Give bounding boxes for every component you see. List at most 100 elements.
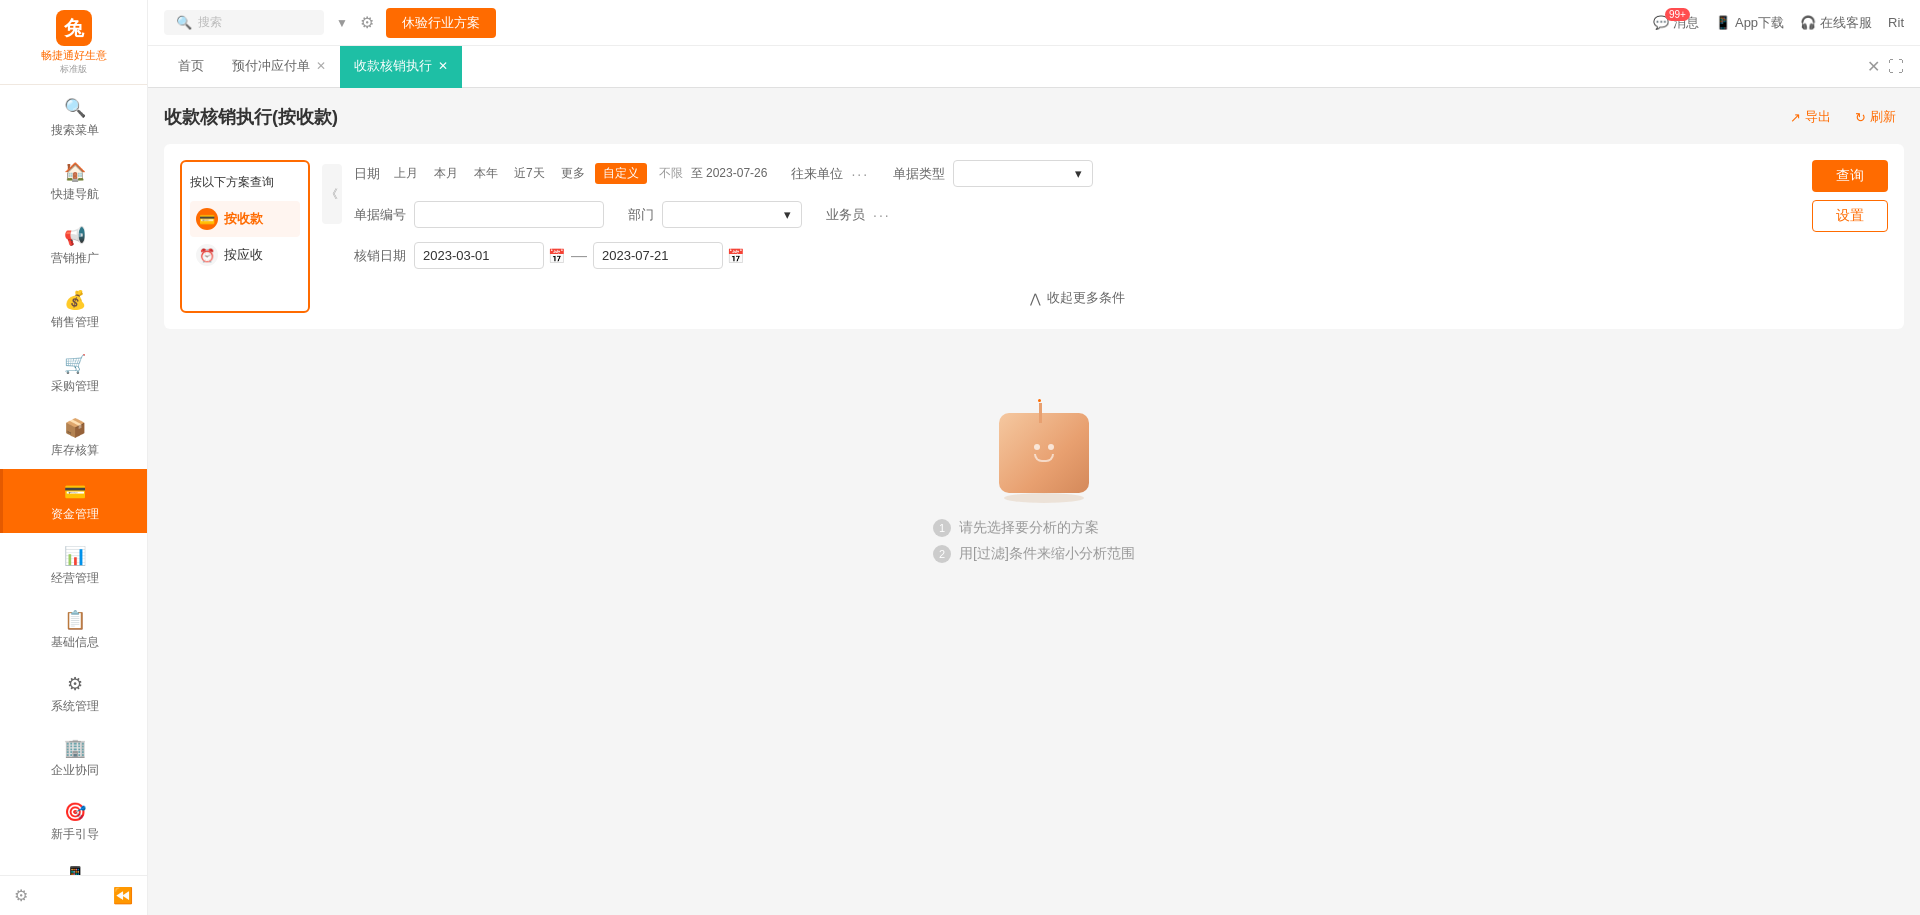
settings-icon[interactable]: ⚙: [14, 886, 28, 905]
dept-field: 部门 ▾: [628, 201, 802, 228]
app-download-button[interactable]: 📱 App下载: [1715, 14, 1784, 32]
refresh-button[interactable]: ↻ 刷新: [1847, 104, 1904, 130]
dept-arrow: ▾: [784, 207, 791, 222]
verify-date-field: 核销日期 📅 — 📅: [354, 242, 744, 269]
sidebar-label-enterprise: 企业协同: [51, 762, 99, 779]
date-opt-more[interactable]: 更多: [555, 163, 591, 184]
system-icon: ⚙: [67, 673, 83, 695]
counterparty-field: 往来单位 ···: [791, 165, 869, 183]
date-opt-this-month[interactable]: 本月: [428, 163, 464, 184]
sidebar-item-purchase[interactable]: 🛒 采购管理: [0, 341, 147, 405]
doc-type-select[interactable]: ▾: [953, 160, 1093, 187]
dept-select[interactable]: ▾: [662, 201, 802, 228]
sidebar-item-operation[interactable]: 📊 经营管理: [0, 533, 147, 597]
sidebar-item-sales[interactable]: 💰 销售管理: [0, 277, 147, 341]
date-opt-this-year[interactable]: 本年: [468, 163, 504, 184]
sidebar-item-system[interactable]: ⚙ 系统管理: [0, 661, 147, 725]
tip-num-2: 2: [933, 545, 951, 563]
date-opt-last-month[interactable]: 上月: [388, 163, 424, 184]
window-expand-icon[interactable]: ⛶: [1888, 58, 1904, 76]
empty-box-face: [1034, 444, 1054, 462]
staff-dots[interactable]: ···: [873, 207, 891, 223]
counterparty-dots[interactable]: ···: [851, 166, 869, 182]
search-text: 搜索: [198, 14, 222, 31]
tab-prepay-label: 预付冲应付单: [232, 57, 310, 75]
user-name[interactable]: Rit: [1888, 15, 1904, 30]
empty-shadow: [1004, 493, 1084, 503]
calendar-end-icon[interactable]: 📅: [727, 248, 744, 264]
sidebar-item-marketing[interactable]: 📢 营销推广: [0, 213, 147, 277]
empty-tips: 1 请先选择要分析的方案 2 用[过滤]条件来缩小分析范围: [933, 519, 1135, 571]
sidebar-footer: ⚙ ⏪: [0, 875, 147, 915]
logo-sub: 标准版: [60, 63, 87, 76]
filter-scheme-panel: 按以下方案查询 💳 按收款 ⏰ 按应收: [180, 160, 310, 313]
verify-date-range: 📅 — 📅: [414, 242, 744, 269]
calendar-start-icon[interactable]: 📅: [548, 248, 565, 264]
tip-num-1: 1: [933, 519, 951, 537]
empty-box: [999, 413, 1089, 493]
filter-row-3: 核销日期 📅 — 📅: [354, 242, 1800, 269]
dept-label: 部门: [628, 206, 654, 224]
sidebar-item-search[interactable]: 🔍 搜索菜单: [0, 85, 147, 149]
logo-icon: 兔: [56, 10, 92, 46]
doc-no-label: 单据编号: [354, 206, 406, 224]
empty-tip-1: 1 请先选择要分析的方案: [933, 519, 1135, 537]
receipt-icon: 💳: [196, 208, 218, 230]
filter-row-2: 单据编号 部门 ▾ 业务员: [354, 201, 1800, 228]
logo-area: 兔 畅捷通好生意 标准版: [0, 0, 147, 85]
date-opt-7days[interactable]: 近7天: [508, 163, 551, 184]
service-icon: 🎧: [1800, 15, 1816, 30]
dropdown-arrow-icon[interactable]: ▼: [336, 16, 348, 30]
verify-date-end-input[interactable]: [593, 242, 723, 269]
message-button[interactable]: 💬 消息 99+: [1653, 14, 1699, 32]
collapse-more-button[interactable]: ⋀ 收起更多条件: [354, 283, 1800, 313]
verify-date-label: 核销日期: [354, 247, 406, 265]
filter-option-receivable[interactable]: ⏰ 按应收: [190, 237, 300, 273]
window-close-icon[interactable]: ✕: [1867, 57, 1880, 76]
verify-date-start-input[interactable]: [414, 242, 544, 269]
empty-illustration: [984, 403, 1084, 503]
sidebar-label-purchase: 采购管理: [51, 378, 99, 395]
date-no-limit: 不限: [659, 165, 683, 182]
tab-prepay-close-icon[interactable]: ✕: [316, 59, 326, 73]
sidebar-item-guide[interactable]: 🎯 新手引导: [0, 789, 147, 853]
tab-prepay[interactable]: 预付冲应付单 ✕: [218, 46, 340, 88]
date-to-text: 至 2023-07-26: [691, 165, 768, 182]
filter-scheme-title: 按以下方案查询: [190, 174, 300, 191]
tab-receipt-close-icon[interactable]: ✕: [438, 59, 448, 73]
doc-type-arrow: ▾: [1075, 166, 1082, 181]
sidebar: 兔 畅捷通好生意 标准版 🔍 搜索菜单 🏠 快捷导航 📢 营销推广 💰 销售管理…: [0, 0, 148, 915]
collapse-filter-button[interactable]: 《: [322, 164, 342, 224]
export-button[interactable]: ↗ 导出: [1782, 104, 1839, 130]
filter-option-receipt[interactable]: 💳 按收款: [190, 201, 300, 237]
receivable-icon: ⏰: [196, 244, 218, 266]
sidebar-item-finance[interactable]: 💳 资金管理: [0, 469, 147, 533]
sidebar-label-marketing: 营销推广: [51, 250, 99, 267]
settings-button[interactable]: 设置: [1812, 200, 1888, 232]
basic-icon: 📋: [64, 609, 86, 631]
tab-home[interactable]: 首页: [164, 46, 218, 88]
solution-button[interactable]: 休验行业方案: [386, 8, 496, 38]
staff-label: 业务员: [826, 206, 865, 224]
sidebar-item-basic[interactable]: 📋 基础信息: [0, 597, 147, 661]
date-opt-custom[interactable]: 自定义: [595, 163, 647, 184]
tab-receipt[interactable]: 收款核销执行 ✕: [340, 46, 462, 88]
collapse-sidebar-icon[interactable]: ⏪: [113, 886, 133, 905]
page-content: 收款核销执行(按收款) ↗ 导出 ↻ 刷新 按以下方案查询 💳 按收款: [148, 88, 1920, 915]
logo-text: 畅捷通好生意: [41, 48, 107, 63]
refresh-icon: ↻: [1855, 110, 1866, 125]
page-title: 收款核销执行(按收款): [164, 105, 338, 129]
guide-icon: 🎯: [64, 801, 86, 823]
page-actions: ↗ 导出 ↻ 刷新: [1782, 104, 1904, 130]
filter-option-receivable-label: 按应收: [224, 246, 263, 264]
sidebar-item-inventory[interactable]: 📦 库存核算: [0, 405, 147, 469]
query-button[interactable]: 查询: [1812, 160, 1888, 192]
online-service-button[interactable]: 🎧 在线客服: [1800, 14, 1872, 32]
sidebar-item-quick[interactable]: 🏠 快捷导航: [0, 149, 147, 213]
topbar-gear-icon[interactable]: ⚙: [360, 13, 374, 32]
topbar-search[interactable]: 🔍 搜索: [164, 10, 324, 35]
sidebar-item-enterprise[interactable]: 🏢 企业协同: [0, 725, 147, 789]
doc-no-input[interactable]: [414, 201, 604, 228]
sidebar-label-inventory: 库存核算: [51, 442, 99, 459]
sidebar-item-hardware[interactable]: 📱 智能硬件: [0, 853, 147, 875]
